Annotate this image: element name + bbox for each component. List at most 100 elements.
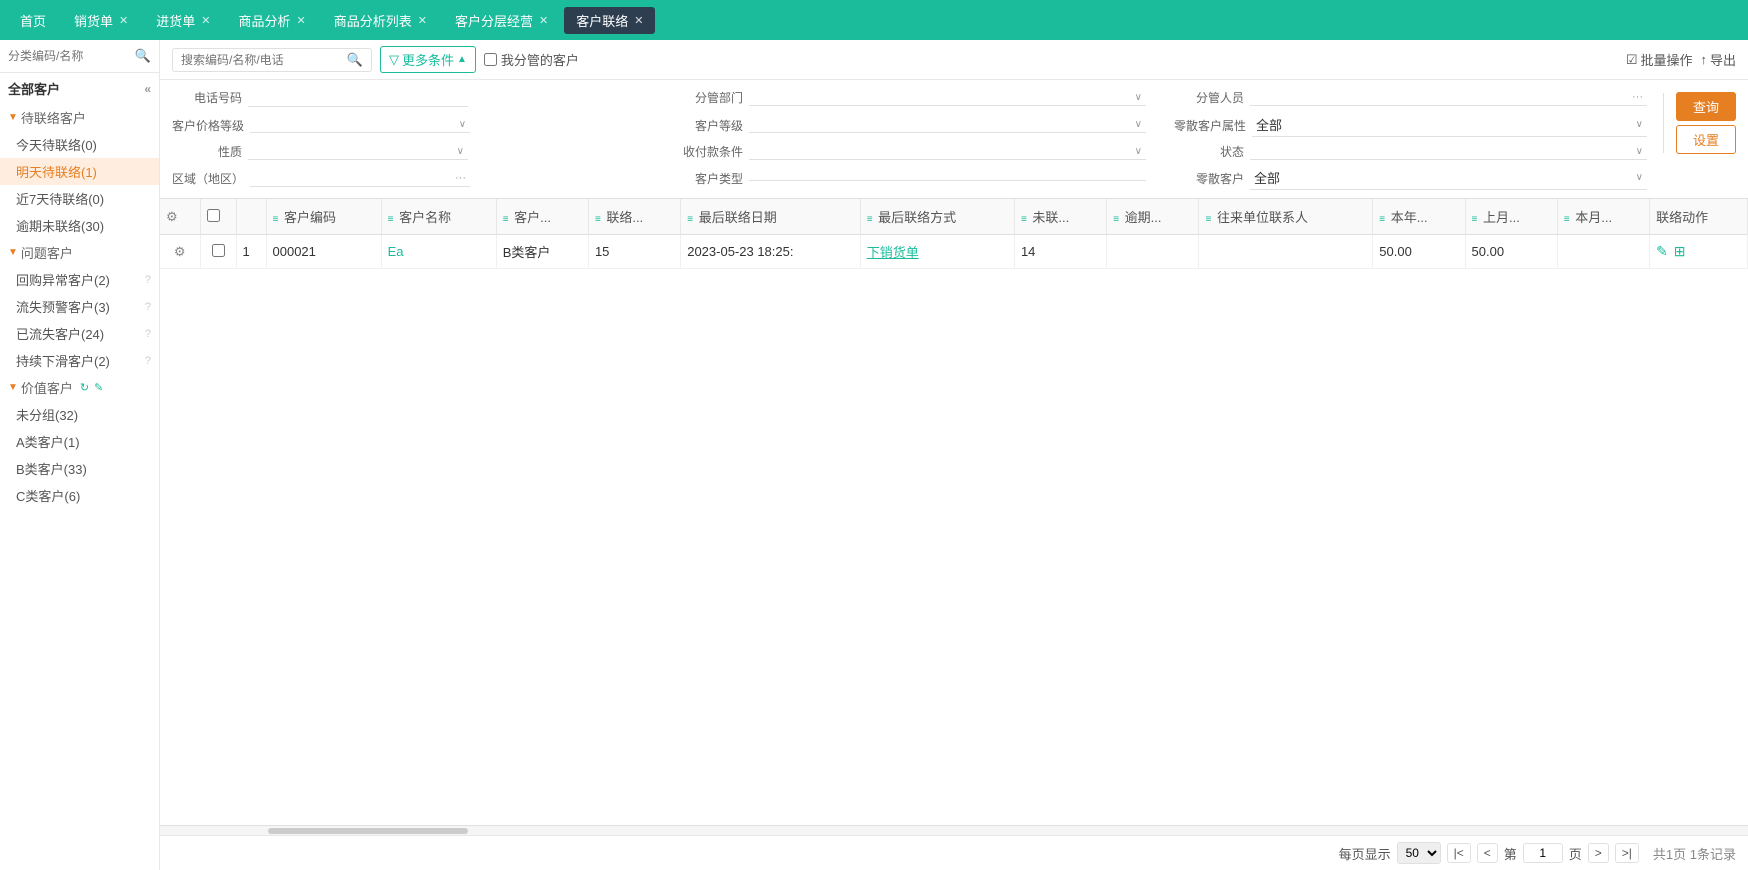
nav-close-contact[interactable]: ✕ (634, 14, 643, 27)
nav-close-purchase[interactable]: ✕ (201, 14, 210, 27)
td-name[interactable]: Ea (381, 235, 496, 269)
filter-row-2: 客户价格等级 ∨ 客户等级 ∨ (172, 113, 1647, 137)
th-name[interactable]: ≡ 客户名称 (381, 199, 496, 235)
sidebar-item-a-class[interactable]: A类客户(1) (0, 428, 159, 455)
row-checkbox[interactable] (212, 244, 225, 257)
retail-customer-select[interactable]: 全部 ∨ (1250, 166, 1647, 190)
settings-button[interactable]: 设置 (1676, 125, 1736, 154)
nature-select[interactable]: ∨ (248, 144, 468, 160)
th-last-date[interactable]: ≡ 最后联络日期 (681, 199, 860, 235)
status-chevron-icon: ∨ (1636, 146, 1643, 157)
sidebar-item-7days-pending[interactable]: 近7天待联络(0) (0, 185, 159, 212)
refresh-icon[interactable]: ↻ (80, 381, 89, 394)
th-last-month[interactable]: ≡ 上月... (1465, 199, 1557, 235)
th-actions: 联络动作 (1650, 199, 1748, 235)
select-all-checkbox[interactable] (207, 209, 220, 222)
gear-icon[interactable]: ⚙ (166, 209, 178, 224)
th-checkbox[interactable] (200, 199, 236, 235)
status-field: 状态 ∨ (1174, 143, 1647, 160)
horizontal-scrollbar[interactable] (160, 825, 1748, 835)
sidebar-item-churn-warning[interactable]: 流失预警客户(3) ? (0, 293, 159, 320)
table-area: ⚙ ≡ 客户编码 ≡ 客户名称 (160, 199, 1748, 825)
edit-value-icon[interactable]: ✎ (94, 381, 103, 394)
more-filters-button[interactable]: ▽ 更多条件 ▲ (380, 46, 476, 73)
th-this-year[interactable]: ≡ 本年... (1373, 199, 1465, 235)
nav-product-analysis-list[interactable]: 商品分析列表 ✕ (322, 7, 439, 34)
sidebar-item-overdue[interactable]: 逾期未联络(30) (0, 212, 159, 239)
nav-close-product-list[interactable]: ✕ (418, 14, 427, 27)
sidebar-item-ungrouped[interactable]: 未分组(32) (0, 401, 159, 428)
td-checkbox[interactable] (200, 235, 236, 269)
batch-operation-button[interactable]: ☑ 批量操作 (1626, 50, 1693, 69)
help-icon-2: ? (145, 301, 151, 313)
nav-close-product-analysis[interactable]: ✕ (297, 14, 306, 27)
sidebar-item-c-class[interactable]: C类客户(6) (0, 482, 159, 509)
nav-home[interactable]: 首页 (8, 7, 58, 34)
pagination-bar: 每页显示 50 |< < 第 页 > >| 共1页 1条记录 (160, 835, 1748, 870)
next-page-button[interactable]: > (1588, 843, 1609, 863)
th-last-method[interactable]: ≡ 最后联络方式 (860, 199, 1014, 235)
dept-select[interactable]: ∨ (749, 90, 1146, 106)
search-input[interactable] (181, 53, 343, 67)
td-last-method[interactable]: 下销货单 (860, 235, 1014, 269)
th-contact-person[interactable]: ≡ 往来单位联系人 (1199, 199, 1373, 235)
sidebar-item-b-class[interactable]: B类客户(33) (0, 455, 159, 482)
th-code[interactable]: ≡ 客户编码 (266, 199, 381, 235)
edit-icon[interactable]: ✎ (1656, 243, 1668, 260)
page-number-input[interactable] (1523, 843, 1563, 863)
first-page-button[interactable]: |< (1447, 843, 1471, 863)
nav-sales-order[interactable]: 销货单 ✕ (62, 7, 140, 34)
my-customers-checkbox[interactable] (484, 53, 497, 66)
per-page-select[interactable]: 50 (1397, 842, 1441, 864)
export-button[interactable]: ↑ 导出 (1700, 50, 1736, 69)
retail-attr-select[interactable]: 全部 ∨ (1252, 113, 1647, 137)
td-gear[interactable]: ⚙ (160, 235, 200, 269)
nav-close-segmentation[interactable]: ✕ (539, 14, 548, 27)
th-this-month[interactable]: ≡ 本月... (1557, 199, 1649, 235)
th-uncontacted[interactable]: ≡ 未联... (1014, 199, 1106, 235)
filter-row-4: 区域（地区） ··· 客户类型 (172, 166, 1647, 190)
search-icon[interactable]: 🔍 (347, 52, 363, 68)
top-navigation: 首页 销货单 ✕ 进货单 ✕ 商品分析 ✕ 商品分析列表 ✕ 客户分层经营 ✕ … (0, 0, 1748, 40)
phone-input[interactable] (248, 88, 468, 107)
sidebar-item-repurchase-abnormal[interactable]: 回购异常客户(2) ? (0, 266, 159, 293)
sidebar-item-today-pending[interactable]: 今天待联络(0) (0, 131, 159, 158)
sidebar-item-declining[interactable]: 持续下滑客户(2) ? (0, 347, 159, 374)
help-icon-4: ? (145, 355, 151, 367)
my-customers-checkbox-label[interactable]: 我分管的客户 (484, 50, 579, 69)
scroll-thumb[interactable] (268, 828, 468, 834)
customer-level-select[interactable]: ∨ (749, 117, 1146, 133)
status-select[interactable]: ∨ (1250, 144, 1647, 160)
th-contact-count[interactable]: ≡ 联络... (588, 199, 680, 235)
sidebar-group-value: ▼ 价值客户 ↻ ✎ (0, 374, 159, 401)
th-type[interactable]: ≡ 客户... (496, 199, 588, 235)
filter-divider (1663, 93, 1664, 153)
nav-customer-segmentation[interactable]: 客户分层经营 ✕ (443, 7, 560, 34)
sidebar-item-tomorrow-pending[interactable]: 明天待联络(1) (0, 158, 159, 185)
manager-select[interactable]: ··· (1250, 89, 1647, 106)
td-last-date: 2023-05-23 18:25: (681, 235, 860, 269)
customer-type-select[interactable] (749, 176, 1146, 181)
help-icon-3: ? (145, 328, 151, 340)
nav-purchase-order[interactable]: 进货单 ✕ (144, 7, 222, 34)
nav-customer-contact[interactable]: 客户联络 ✕ (564, 7, 655, 34)
th-gear[interactable]: ⚙ (160, 199, 200, 235)
price-level-select[interactable]: ∨ (250, 117, 470, 133)
nature-chevron-icon: ∨ (457, 146, 464, 157)
query-button[interactable]: 查询 (1676, 92, 1736, 121)
area-select[interactable]: ··· (250, 170, 470, 187)
sidebar-search-icon[interactable]: 🔍 (135, 48, 151, 64)
last-page-button[interactable]: >| (1615, 843, 1639, 863)
grid-icon[interactable]: ⊞ (1674, 243, 1686, 260)
nav-product-analysis[interactable]: 商品分析 ✕ (226, 7, 317, 34)
sidebar-search-input[interactable] (8, 49, 131, 63)
all-customers-header[interactable]: 全部客户 « (0, 73, 159, 104)
th-overdue[interactable]: ≡ 逾期... (1107, 199, 1199, 235)
payment-select[interactable]: ∨ (749, 144, 1146, 160)
nav-close-sales[interactable]: ✕ (119, 14, 128, 27)
action-icons: ✎ ⊞ (1656, 243, 1741, 260)
prev-page-button[interactable]: < (1477, 843, 1498, 863)
sidebar-item-churned[interactable]: 已流失客户(24) ? (0, 320, 159, 347)
td-contact-person (1199, 235, 1373, 269)
sort-year-icon: ≡ (1379, 214, 1385, 225)
